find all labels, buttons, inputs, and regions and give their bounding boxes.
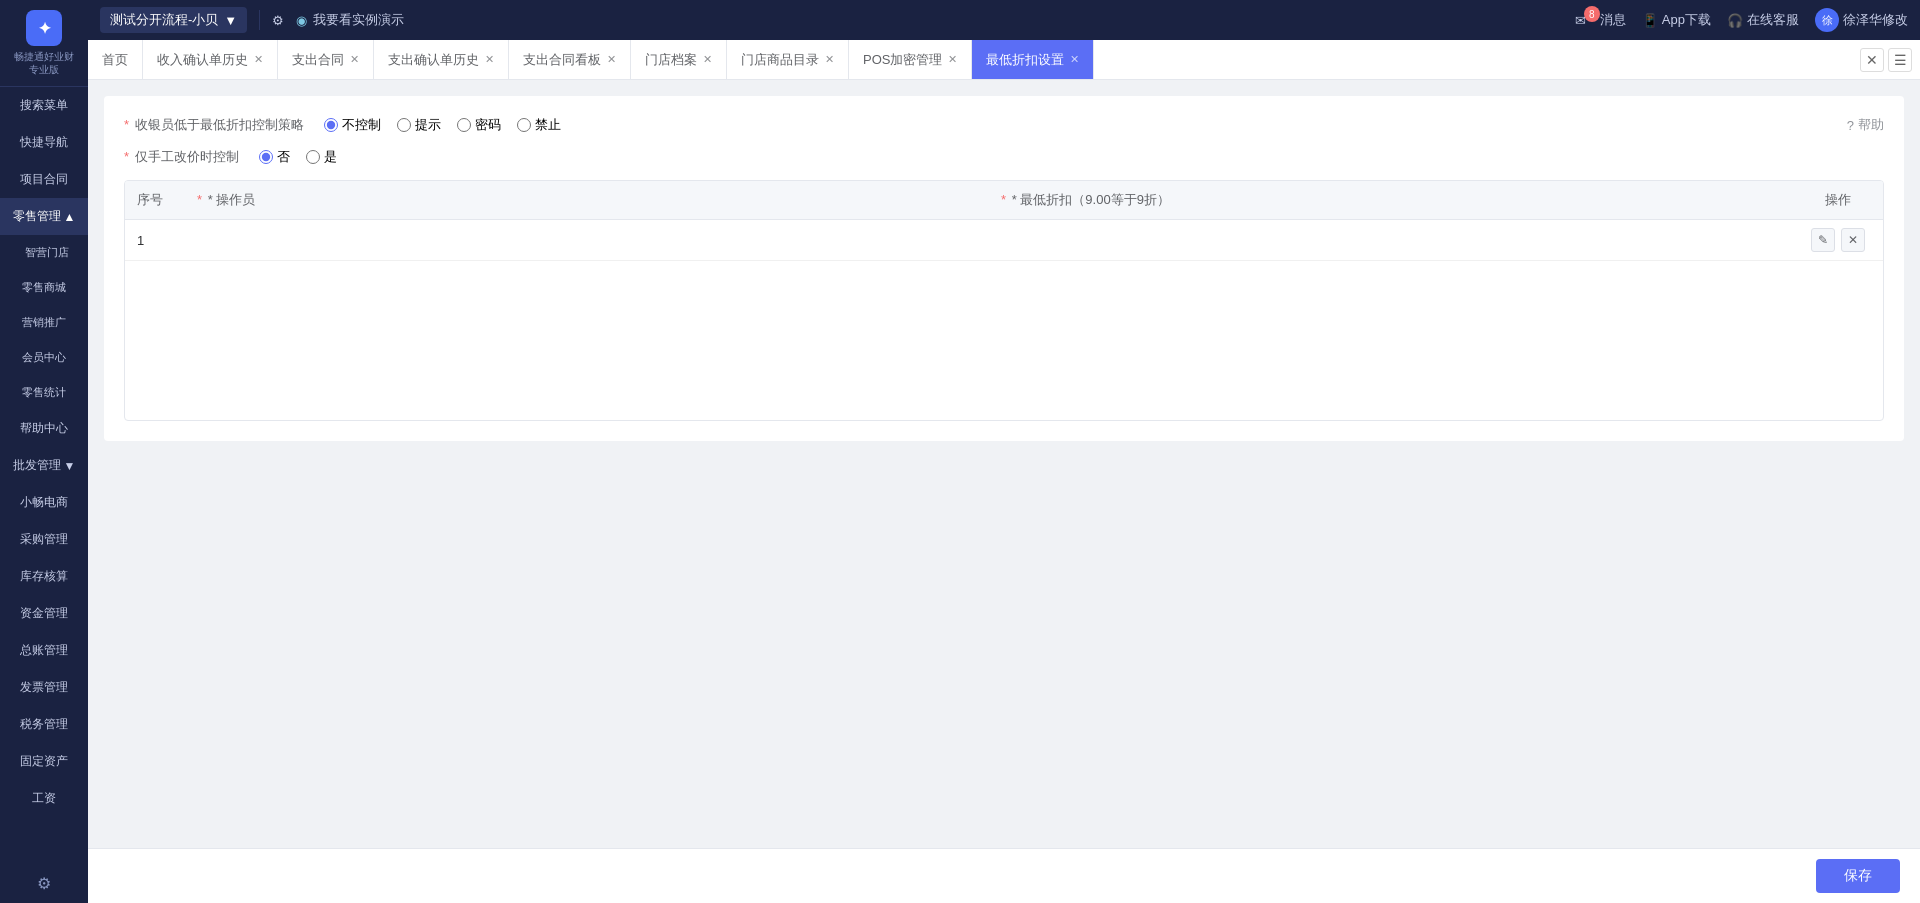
message-button[interactable]: ✉ 8 消息 — [1575, 11, 1626, 29]
tab-payment-contract[interactable]: 支出合同 ✕ — [278, 40, 374, 80]
online-service-button[interactable]: 🎧 在线客服 — [1727, 11, 1799, 29]
tab-close-payment-board[interactable]: ✕ — [607, 53, 616, 66]
tab-close-income-history[interactable]: ✕ — [254, 53, 263, 66]
project-selector[interactable]: 测试分开流程-小贝 ▼ — [100, 7, 247, 33]
arrow-up-icon: ▲ — [64, 210, 76, 224]
tab-store-archive[interactable]: 门店档案 ✕ — [631, 40, 727, 80]
radio-no-control[interactable]: 不控制 — [324, 116, 381, 134]
radio-password[interactable]: 密码 — [457, 116, 501, 134]
page-content: * 收银员低于最低折扣控制策略 不控制 提示 密码 — [88, 80, 1920, 848]
sidebar-item-ecommerce[interactable]: 小畅电商 — [0, 484, 88, 521]
tab-close-payment-confirm[interactable]: ✕ — [485, 53, 494, 66]
project-name: 测试分开流程-小贝 — [110, 11, 218, 29]
help-button[interactable]: ? 帮助 — [1847, 116, 1884, 134]
table-header: 序号 * * 操作员 * * 最低折扣（9.00等于9折） 操作 — [125, 181, 1883, 220]
logo-area: ✦ 畅捷通好业财 专业版 — [0, 0, 88, 87]
radio-hint[interactable]: 提示 — [397, 116, 441, 134]
chevron-down-icon: ▼ — [224, 13, 237, 28]
sidebar-item-purchase[interactable]: 采购管理 — [0, 521, 88, 558]
sidebar-item-help-center[interactable]: 帮助中心 — [0, 410, 88, 447]
tab-home[interactable]: 首页 — [88, 40, 143, 80]
sidebar: ✦ 畅捷通好业财 专业版 搜索菜单 快捷导航 项目合同 零售管理 ▲ 智营门店 … — [0, 0, 88, 903]
sidebar-item-smart-store[interactable]: 智营门店 — [0, 235, 88, 270]
discount-table: 序号 * * 操作员 * * 最低折扣（9.00等于9折） 操作 1 — [124, 180, 1884, 421]
sidebar-item-fund[interactable]: 资金管理 — [0, 595, 88, 632]
col-action: 操作 — [1793, 181, 1883, 219]
radio-yes[interactable]: 是 — [306, 148, 337, 166]
col-discount: * * 最低折扣（9.00等于9折） — [989, 181, 1793, 219]
page-footer: 保存 — [88, 848, 1920, 903]
radio-no[interactable]: 否 — [259, 148, 290, 166]
tabs-actions: ✕ ☰ — [1852, 48, 1920, 72]
form-row-control-strategy: * 收银员低于最低折扣控制策略 不控制 提示 密码 — [124, 116, 1884, 134]
tab-close-store-goods[interactable]: ✕ — [825, 53, 834, 66]
headset-icon: 🎧 — [1727, 13, 1743, 28]
tab-close-payment-contract[interactable]: ✕ — [350, 53, 359, 66]
tabs-bar: 首页 收入确认单历史 ✕ 支出合同 ✕ 支出确认单历史 ✕ 支出合同看板 ✕ 门… — [88, 40, 1920, 80]
sidebar-item-tax[interactable]: 税务管理 — [0, 706, 88, 743]
cell-operator — [185, 232, 989, 248]
sidebar-item-shortcut[interactable]: 快捷导航 — [0, 124, 88, 161]
radio-forbidden[interactable]: 禁止 — [517, 116, 561, 134]
logo-icon: ✦ — [26, 10, 62, 46]
tab-close-store-archive[interactable]: ✕ — [703, 53, 712, 66]
settings-icon[interactable]: ⚙ — [272, 13, 284, 28]
cell-action: ✎ ✕ — [1793, 220, 1883, 260]
tab-pos-password[interactable]: POS加密管理 ✕ — [849, 40, 972, 80]
sidebar-item-project-contract[interactable]: 项目合同 — [0, 161, 88, 198]
message-badge: 8 — [1584, 6, 1600, 22]
sidebar-item-salary[interactable]: 工资 — [0, 780, 88, 817]
row-delete-button[interactable]: ✕ — [1841, 228, 1865, 252]
field1-label: * 收银员低于最低折扣控制策略 — [124, 116, 304, 134]
col-seq: 序号 — [125, 181, 185, 219]
phone-icon: 📱 — [1642, 13, 1658, 28]
user-menu-button[interactable]: 徐 徐泽华修改 — [1815, 8, 1908, 32]
sidebar-item-retail-stats[interactable]: 零售统计 — [0, 375, 88, 410]
control-strategy-radio-group: 不控制 提示 密码 禁止 — [324, 116, 561, 134]
sidebar-item-retail-mall[interactable]: 零售商城 — [0, 270, 88, 305]
settings-card: * 收银员低于最低折扣控制策略 不控制 提示 密码 — [104, 96, 1904, 441]
main-area: 测试分开流程-小贝 ▼ ⚙ ◉ 我要看实例演示 ✉ 8 消息 📱 App下载 🎧… — [88, 0, 1920, 903]
sidebar-item-invoice[interactable]: 发票管理 — [0, 669, 88, 706]
sidebar-item-inventory[interactable]: 库存核算 — [0, 558, 88, 595]
form-row-manual-control: * 仅手工改价时控制 否 是 — [124, 148, 1884, 166]
logo-badge: 专业版 — [29, 63, 59, 76]
tab-income-history[interactable]: 收入确认单历史 ✕ — [143, 40, 278, 80]
close-tab-button[interactable]: ✕ — [1860, 48, 1884, 72]
sidebar-settings-button[interactable]: ⚙ — [0, 864, 88, 903]
field2-label: * 仅手工改价时控制 — [124, 148, 239, 166]
tab-store-goods[interactable]: 门店商品目录 ✕ — [727, 40, 849, 80]
manual-control-radio-group: 否 是 — [259, 148, 337, 166]
app-download-button[interactable]: 📱 App下载 — [1642, 11, 1711, 29]
demo-link[interactable]: ◉ 我要看实例演示 — [296, 11, 404, 29]
logo-text: 畅捷通好业财 — [14, 50, 74, 63]
col-operator: * * 操作员 — [185, 181, 989, 219]
tab-close-min-discount[interactable]: ✕ — [1070, 53, 1079, 66]
tab-payment-board[interactable]: 支出合同看板 ✕ — [509, 40, 631, 80]
arrow-down-icon: ▼ — [64, 459, 76, 473]
tab-min-discount[interactable]: 最低折扣设置 ✕ — [972, 40, 1094, 80]
cell-seq: 1 — [125, 225, 185, 256]
topbar: 测试分开流程-小贝 ▼ ⚙ ◉ 我要看实例演示 ✉ 8 消息 📱 App下载 🎧… — [88, 0, 1920, 40]
save-button[interactable]: 保存 — [1816, 859, 1900, 893]
avatar: 徐 — [1815, 8, 1839, 32]
tab-payment-confirm-history[interactable]: 支出确认单历史 ✕ — [374, 40, 509, 80]
sidebar-item-search[interactable]: 搜索菜单 — [0, 87, 88, 124]
sidebar-item-ledger[interactable]: 总账管理 — [0, 632, 88, 669]
circle-icon: ◉ — [296, 13, 307, 28]
sidebar-item-batch-management[interactable]: 批发管理 ▼ — [0, 447, 88, 484]
sidebar-item-member-center[interactable]: 会员中心 — [0, 340, 88, 375]
sidebar-item-marketing[interactable]: 营销推广 — [0, 305, 88, 340]
sidebar-item-fixed-assets[interactable]: 固定资产 — [0, 743, 88, 780]
cell-discount — [989, 232, 1793, 248]
question-icon: ? — [1847, 118, 1854, 133]
table-row: 1 ✎ ✕ — [125, 220, 1883, 261]
tab-close-pos-password[interactable]: ✕ — [948, 53, 957, 66]
tab-menu-button[interactable]: ☰ — [1888, 48, 1912, 72]
topbar-right: ✉ 8 消息 📱 App下载 🎧 在线客服 徐 徐泽华修改 — [1575, 8, 1908, 32]
sidebar-item-retail-management[interactable]: 零售管理 ▲ — [0, 198, 88, 235]
table-body: 1 ✎ ✕ — [125, 220, 1883, 420]
row-edit-button[interactable]: ✎ — [1811, 228, 1835, 252]
